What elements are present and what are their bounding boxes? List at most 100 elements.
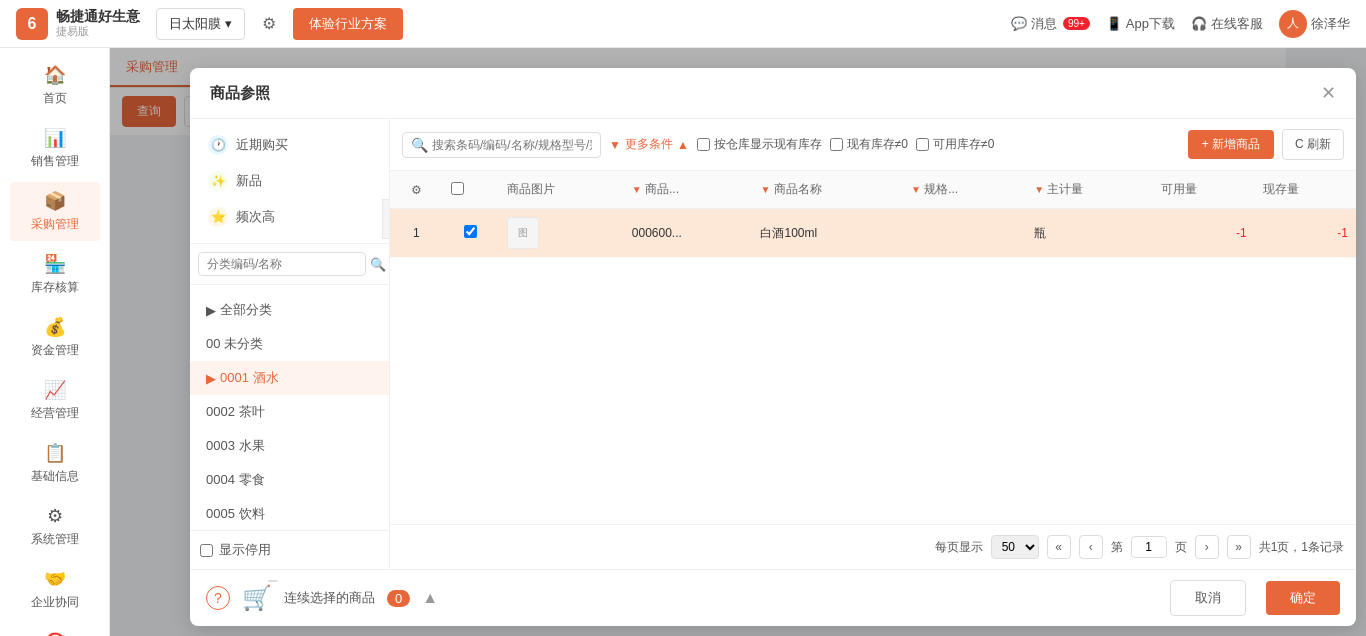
th-code[interactable]: ▼ 商品... — [624, 171, 753, 209]
sidebar: 🏠 首页 📊 销售管理 📦 采购管理 🏪 库存核算 💰 资金管理 📈 经营管理 … — [0, 48, 110, 636]
sidebar-item-purchase[interactable]: 📦 采购管理 — [10, 182, 100, 241]
user-area[interactable]: 人 徐泽华 — [1279, 10, 1350, 38]
gear-icon[interactable]: ⚙ — [411, 183, 422, 197]
system-icon: ⚙ — [47, 505, 63, 527]
current-stock-label: 现有库存≠0 — [847, 136, 908, 153]
confirm-button[interactable]: 确定 — [1266, 581, 1340, 615]
th-name[interactable]: ▼ 商品名称 — [752, 171, 903, 209]
help-icon-button[interactable]: ? — [206, 586, 230, 610]
cancel-button[interactable]: 取消 — [1170, 580, 1246, 616]
online-service-item[interactable]: 🎧 在线客服 — [1191, 15, 1263, 33]
store-name: 日太阳膜 — [169, 15, 221, 33]
cart-icon[interactable]: 🛒 — [242, 584, 272, 611]
quick-access-recent[interactable]: 🕐 近期购买 — [198, 127, 381, 163]
settings-icon[interactable]: ⚙ — [253, 8, 285, 40]
category-0005[interactable]: 0005 饮料 — [190, 497, 389, 530]
sidebar-item-guide[interactable]: 🎯 新手引导 — [10, 623, 100, 636]
operations-icon: 📈 — [44, 379, 66, 401]
table-row[interactable]: 1 图 000600... 白酒100ml — [390, 209, 1356, 258]
message-nav-item[interactable]: 💬 消息 99+ — [1011, 15, 1090, 33]
td-index: 1 — [390, 209, 443, 258]
online-service-label: 在线客服 — [1211, 15, 1263, 33]
category-0001[interactable]: ▶ 0001 酒水 — [190, 361, 389, 395]
quick-access-section: 🕐 近期购买 ✨ 新品 ⭐ 频次高 — [190, 119, 389, 244]
quick-access-frequent[interactable]: ⭐ 频次高 — [198, 199, 381, 235]
per-page-select[interactable]: 50 — [991, 535, 1039, 559]
first-page-button[interactable]: « — [1047, 535, 1071, 559]
sidebar-item-sales[interactable]: 📊 销售管理 — [10, 119, 100, 178]
sidebar-item-finance[interactable]: 💰 资金管理 — [10, 308, 100, 367]
sidebar-label-home: 首页 — [43, 90, 67, 107]
sidebar-label-sales: 销售管理 — [31, 153, 79, 170]
sort-icon: ▼ — [632, 184, 642, 195]
sidebar-item-basics[interactable]: 📋 基础信息 — [10, 434, 100, 493]
last-page-button[interactable]: » — [1227, 535, 1251, 559]
cart-badge — [268, 580, 278, 582]
category-search-input[interactable] — [198, 252, 366, 276]
th-spec[interactable]: ▼ 规格... — [903, 171, 1026, 209]
user-name: 徐泽华 — [1311, 15, 1350, 33]
category-list: ▶ 全部分类 00 未分类 ▶ 0001 酒水 0002 茶叶 — [190, 285, 389, 530]
quick-access-new[interactable]: ✨ 新品 — [198, 163, 381, 199]
app-download-item[interactable]: 📱 App下载 — [1106, 15, 1175, 33]
select-all-checkbox[interactable] — [451, 182, 464, 195]
show-disabled-checkbox[interactable] — [200, 544, 213, 557]
sidebar-item-home[interactable]: 🏠 首页 — [10, 56, 100, 115]
show-disabled-area: 显示停用 — [190, 530, 389, 569]
user-avatar: 人 — [1279, 10, 1307, 38]
experience-button[interactable]: 体验行业方案 — [293, 8, 403, 40]
more-filter-button[interactable]: ▼ 更多条件 ▲ — [609, 136, 689, 153]
category-all[interactable]: ▶ 全部分类 — [190, 293, 389, 327]
store-dropdown[interactable]: 日太阳膜 ▾ — [156, 8, 245, 40]
sort-icon-spec: ▼ — [911, 184, 921, 195]
current-page-input[interactable] — [1131, 536, 1167, 558]
next-page-button[interactable]: › — [1195, 535, 1219, 559]
sidebar-item-system[interactable]: ⚙ 系统管理 — [10, 497, 100, 556]
category-0001-arrow: ▶ — [206, 371, 216, 386]
purchase-icon: 📦 — [44, 190, 66, 212]
selected-count-badge: 0 — [387, 590, 410, 607]
continuous-select-label: 连续选择的商品 — [284, 589, 375, 607]
per-page-label: 每页显示 — [935, 539, 983, 556]
product-reference-modal: 商品参照 ✕ 🕐 近期购买 ✨ 新品 — [190, 68, 1356, 626]
current-stock-checkbox[interactable] — [830, 138, 843, 151]
category-0002[interactable]: 0002 茶叶 — [190, 395, 389, 429]
prev-page-button[interactable]: ‹ — [1079, 535, 1103, 559]
message-label: 消息 — [1031, 15, 1057, 33]
sort-icon-name: ▼ — [760, 184, 770, 195]
modal-close-button[interactable]: ✕ — [1321, 82, 1336, 104]
category-0004[interactable]: 0004 零食 — [190, 463, 389, 497]
phone-icon: 📱 — [1106, 16, 1122, 31]
category-0003-label: 0003 水果 — [206, 437, 265, 455]
finance-icon: 💰 — [44, 316, 66, 338]
category-00[interactable]: 00 未分类 — [190, 327, 389, 361]
category-0004-label: 0004 零食 — [206, 471, 265, 489]
category-0003[interactable]: 0003 水果 — [190, 429, 389, 463]
sidebar-item-operations[interactable]: 📈 经营管理 — [10, 371, 100, 430]
warehouse-stock-checkbox[interactable] — [697, 138, 710, 151]
collapse-panel-button[interactable]: 《 — [382, 199, 390, 239]
category-00-label: 00 未分类 — [206, 335, 263, 353]
product-search-input[interactable] — [432, 138, 592, 152]
guide-icon: 🎯 — [44, 631, 66, 636]
sidebar-item-enterprise[interactable]: 🤝 企业协同 — [10, 560, 100, 619]
available-stock-checkbox[interactable] — [916, 138, 929, 151]
category-all-label: 全部分类 — [220, 301, 272, 319]
category-all-arrow: ▶ — [206, 303, 216, 318]
td-name: 白酒100ml — [752, 209, 903, 258]
th-unit[interactable]: ▼ 主计量 — [1026, 171, 1153, 209]
th-available: 可用量 — [1153, 171, 1254, 209]
sidebar-label-basics: 基础信息 — [31, 468, 79, 485]
category-0002-label: 0002 茶叶 — [206, 403, 265, 421]
category-search-icon[interactable]: 🔍 — [370, 257, 386, 272]
filter-arrow: ▲ — [677, 138, 689, 152]
row-checkbox[interactable] — [464, 225, 477, 238]
sidebar-item-inventory[interactable]: 🏪 库存核算 — [10, 245, 100, 304]
refresh-button[interactable]: C 刷新 — [1282, 129, 1344, 160]
new-icon: ✨ — [208, 171, 228, 191]
add-product-button[interactable]: + 新增商品 — [1188, 130, 1274, 159]
table-pagination: 每页显示 50 « ‹ 第 页 › » 共1页，1条记录 — [390, 524, 1356, 569]
sidebar-label-enterprise: 企业协同 — [31, 594, 79, 611]
category-0005-label: 0005 饮料 — [206, 505, 265, 523]
collapse-up-icon[interactable]: ▲ — [422, 589, 438, 607]
